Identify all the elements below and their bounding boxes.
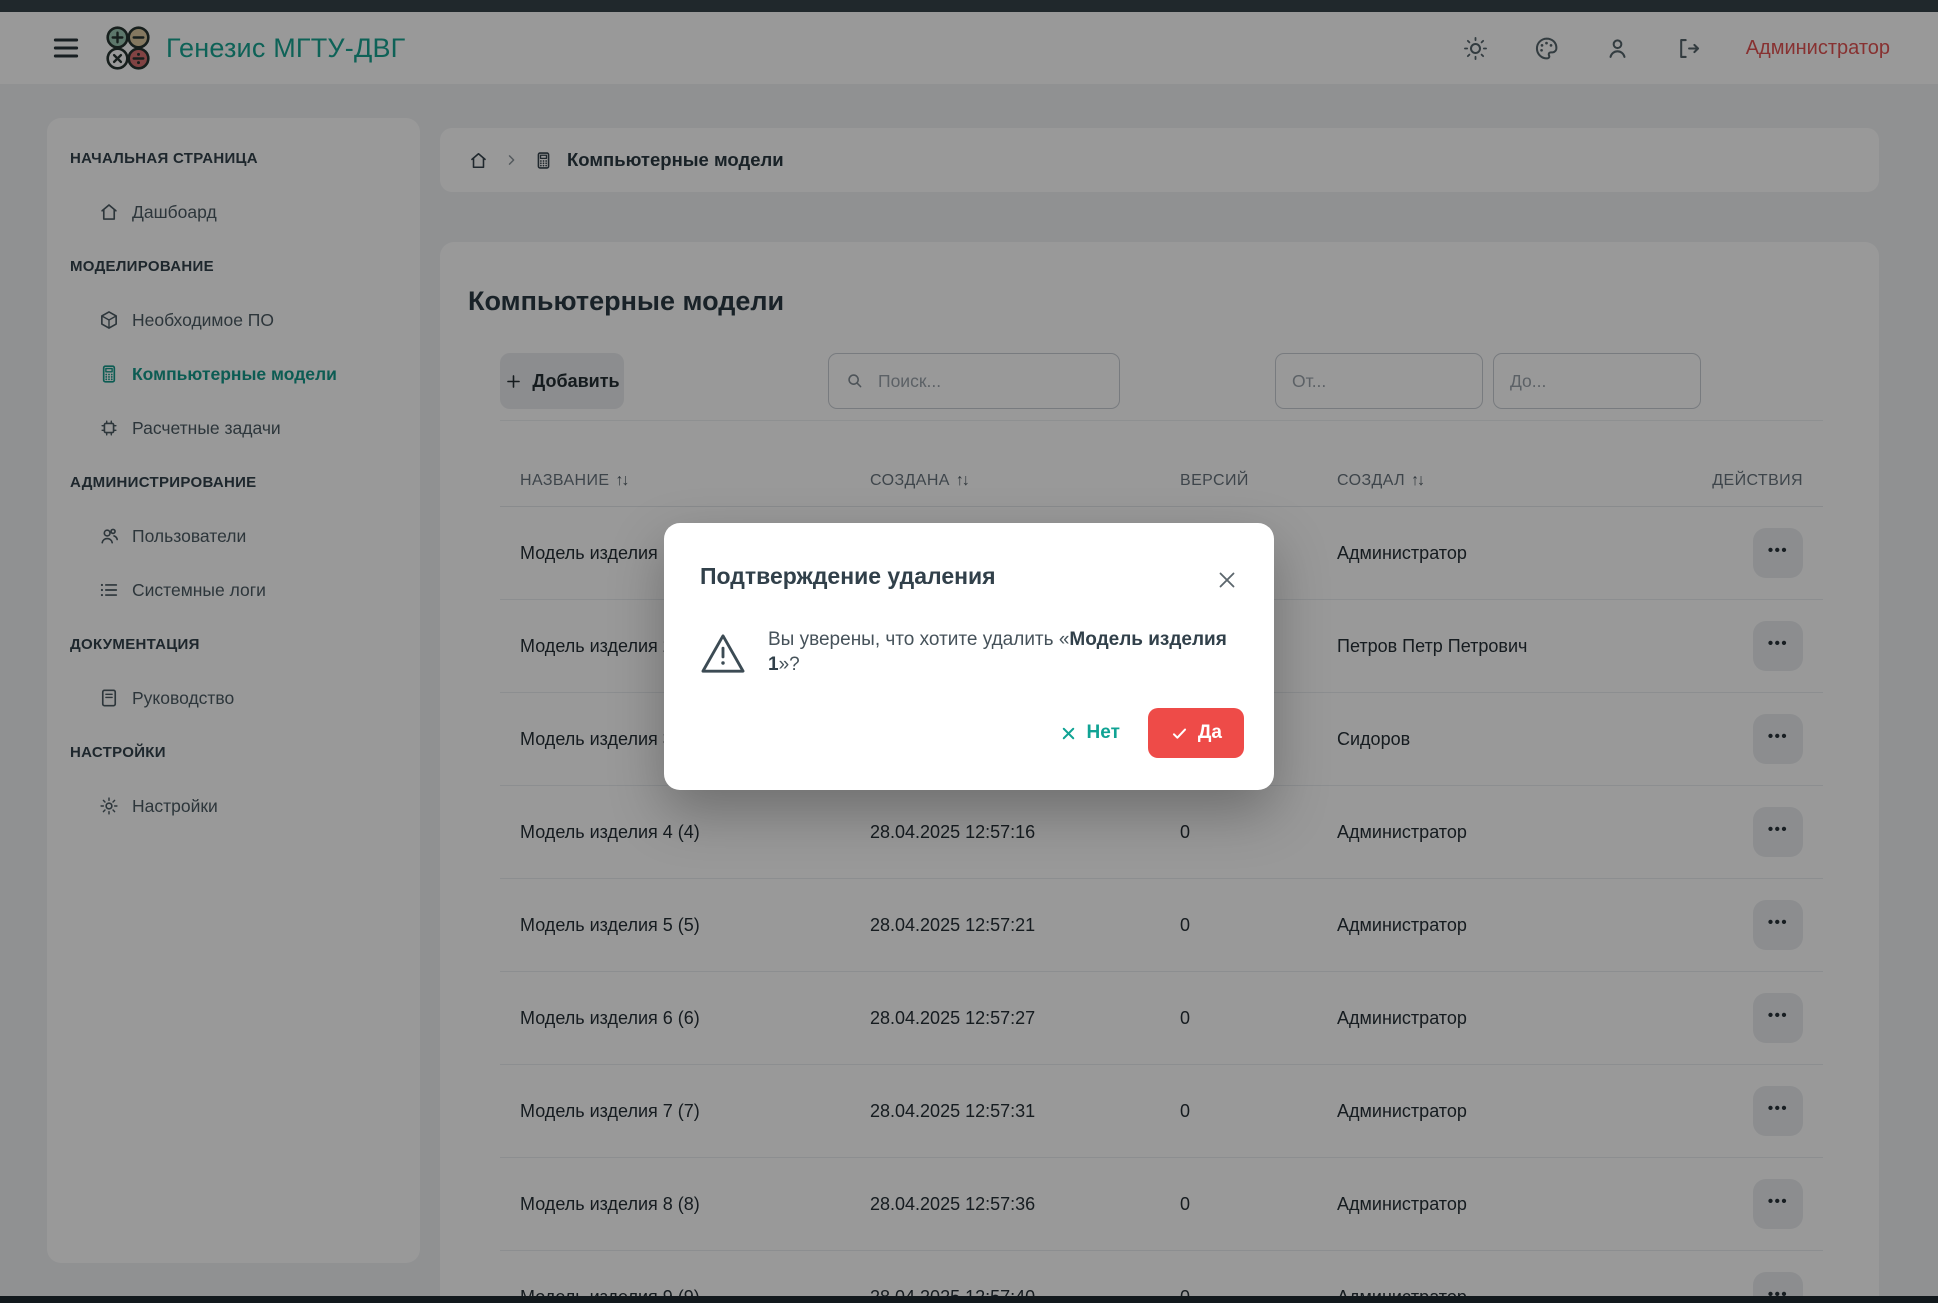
window-top-strip	[0, 0, 1938, 12]
confirm-button[interactable]: Да	[1147, 708, 1244, 759]
dialog-title: Подтверждение удаления	[700, 563, 996, 589]
close-icon[interactable]	[1214, 567, 1240, 593]
cancel-button-label: Нет	[1086, 722, 1120, 744]
cancel-button[interactable]: Нет	[1059, 722, 1120, 744]
delete-confirmation-dialog: Подтверждение удаления Вы уверены, что х…	[664, 523, 1274, 790]
dialog-message-prefix: Вы уверены, что хотите удалить «	[768, 629, 1070, 650]
dialog-body: Вы уверены, что хотите удалить «Модель и…	[700, 628, 1244, 677]
warning-triangle-icon	[700, 632, 746, 674]
dialog-message-suffix: »?	[778, 653, 800, 675]
x-icon	[1059, 724, 1078, 743]
dialog-footer: Нет Да	[700, 708, 1244, 759]
dialog-message: Вы уверены, что хотите удалить «Модель и…	[768, 628, 1234, 677]
check-icon	[1170, 724, 1189, 743]
confirm-button-label: Да	[1197, 722, 1222, 744]
window-bottom-strip	[0, 1296, 1938, 1303]
